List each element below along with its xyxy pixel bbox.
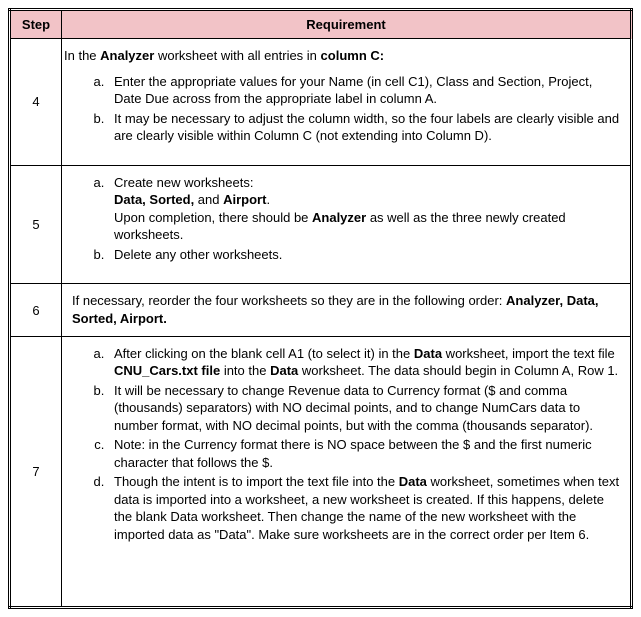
list-item: It will be necessary to change Revenue d… [108, 382, 620, 435]
bold-text: Analyzer [100, 48, 154, 63]
step-number: 7 [10, 336, 62, 607]
bold-text: Airport [223, 192, 266, 207]
requirement-cell: In the Analyzer worksheet with all entri… [62, 39, 632, 166]
list-item: It may be necessary to adjust the column… [108, 110, 620, 145]
list-item: Enter the appropriate values for your Na… [108, 73, 620, 108]
text: worksheet. The data should begin in Colu… [298, 363, 618, 378]
text: If necessary, reorder the four worksheet… [72, 293, 506, 308]
table-row: 6 If necessary, reorder the four workshe… [10, 284, 632, 336]
list-item: After clicking on the blank cell A1 (to … [108, 345, 620, 380]
sub-list: After clicking on the blank cell A1 (to … [64, 345, 620, 544]
text: Create new worksheets: [114, 175, 253, 190]
requirement-cell: Create new worksheets: Data, Sorted, and… [62, 165, 632, 284]
intro-text: In the Analyzer worksheet with all entri… [64, 47, 620, 73]
list-item: Though the intent is to import the text … [108, 473, 620, 543]
sub-list: Create new worksheets: Data, Sorted, and… [64, 174, 620, 264]
requirement-cell: If necessary, reorder the four worksheet… [62, 284, 632, 336]
list-item: Create new worksheets: Data, Sorted, and… [108, 174, 620, 244]
table-row: 4 In the Analyzer worksheet with all ent… [10, 39, 632, 166]
step-number: 5 [10, 165, 62, 284]
bold-text: Data [399, 474, 427, 489]
header-requirement: Requirement [62, 10, 632, 39]
bold-text: Data [270, 363, 298, 378]
header-step: Step [10, 10, 62, 39]
sub-list: Enter the appropriate values for your Na… [64, 73, 620, 145]
requirement-cell: After clicking on the blank cell A1 (to … [62, 336, 632, 607]
step-number: 6 [10, 284, 62, 336]
text: . [266, 192, 270, 207]
bold-text: column C: [321, 48, 385, 63]
table-row: 5 Create new worksheets: Data, Sorted, a… [10, 165, 632, 284]
text: Though the intent is to import the text … [114, 474, 399, 489]
bold-text: Analyzer [312, 210, 366, 225]
step-number: 4 [10, 39, 62, 166]
bold-text: Data, Sorted, [114, 192, 194, 207]
text: into the [220, 363, 270, 378]
text: After clicking on the blank cell A1 (to … [114, 346, 414, 361]
text: Upon completion, there should be [114, 210, 312, 225]
bold-text: Data [414, 346, 442, 361]
text: worksheet with all entries in [154, 48, 320, 63]
list-item: Delete any other worksheets. [108, 246, 620, 264]
plain-text: If necessary, reorder the four worksheet… [68, 292, 620, 327]
text: and [194, 192, 223, 207]
requirements-table: Step Requirement 4 In the Analyzer works… [8, 8, 633, 609]
table-row: 7 After clicking on the blank cell A1 (t… [10, 336, 632, 607]
text: In the [64, 48, 100, 63]
bold-text: CNU_Cars.txt file [114, 363, 220, 378]
text: worksheet, import the text file [442, 346, 615, 361]
list-item: Note: in the Currency format there is NO… [108, 436, 620, 471]
